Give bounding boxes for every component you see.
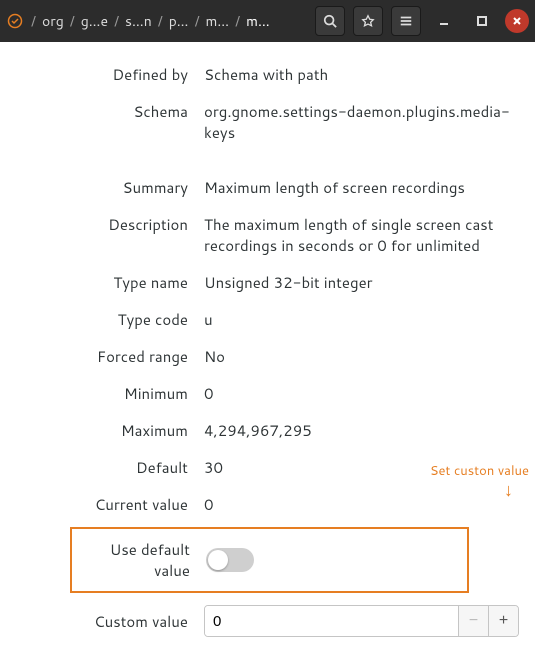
crumb-5[interactable]: m… — [243, 9, 273, 33]
row-summary: Summary Maximum length of screen recordi… — [0, 169, 535, 206]
use-default-switch[interactable] — [206, 548, 254, 572]
value-schema: org.gnome.settings-daemon.plugins.media-… — [204, 101, 519, 143]
value-type-name: Unsigned 32-bit integer — [204, 272, 519, 293]
label-minimum: Minimum — [16, 383, 204, 404]
label-default: Default — [16, 457, 204, 478]
value-minimum: 0 — [204, 383, 519, 404]
value-defined-by: Schema with path — [204, 64, 519, 85]
spin-decrement-button[interactable]: − — [458, 606, 488, 636]
label-summary: Summary — [16, 177, 204, 198]
value-maximum: 4,294,967,295 — [204, 420, 519, 441]
minimize-button[interactable] — [429, 6, 459, 36]
label-custom-value: Custom value — [16, 611, 204, 632]
bookmark-button[interactable] — [353, 6, 383, 36]
row-maximum: Maximum 4,294,967,295 — [0, 412, 535, 449]
value-description: The maximum length of single screen cast… — [204, 214, 519, 256]
crumb-2[interactable]: s…n — [122, 9, 155, 33]
row-defined-by: Defined by Schema with path — [0, 56, 535, 93]
label-maximum: Maximum — [16, 420, 204, 441]
app-icon — [6, 12, 24, 30]
crumb-0[interactable]: org — [39, 9, 67, 33]
menu-button[interactable] — [391, 6, 421, 36]
annotation-arrow-icon: ↓ — [504, 480, 513, 498]
row-description: Description The maximum length of single… — [0, 206, 535, 264]
breadcrumb: /org /g…e /s…n /p… /m… /m… — [28, 9, 273, 33]
row-minimum: Minimum 0 — [0, 375, 535, 412]
row-forced-range: Forced range No — [0, 338, 535, 375]
label-use-default: Use default value — [72, 539, 206, 581]
row-use-default: Use default value — [70, 527, 469, 593]
value-type-code: u — [204, 309, 519, 330]
annotation-text: Set custon value — [430, 462, 529, 480]
label-type-name: Type name — [16, 272, 204, 293]
label-current-value: Current value — [16, 494, 204, 515]
row-custom-value: Custom value − + — [0, 597, 535, 645]
row-type-code: Type code u — [0, 301, 535, 338]
search-button[interactable] — [315, 6, 345, 36]
label-forced-range: Forced range — [16, 346, 204, 367]
value-summary: Maximum length of screen recordings — [204, 177, 519, 198]
row-current-value: Current value 0 — [0, 486, 535, 523]
maximize-button[interactable] — [467, 6, 497, 36]
custom-value-spinner: − + — [204, 605, 519, 637]
value-forced-range: No — [204, 346, 519, 367]
crumb-4[interactable]: m… — [203, 9, 233, 33]
row-schema: Schema org.gnome.settings-daemon.plugins… — [0, 93, 535, 151]
crumb-1[interactable]: g…e — [78, 9, 111, 33]
label-schema: Schema — [16, 101, 204, 143]
label-defined-by: Defined by — [16, 64, 204, 85]
label-type-code: Type code — [16, 309, 204, 330]
row-type-name: Type name Unsigned 32-bit integer — [0, 264, 535, 301]
value-current-value: 0 — [204, 494, 519, 515]
content: Defined by Schema with path Schema org.g… — [0, 42, 535, 645]
spin-increment-button[interactable]: + — [488, 606, 518, 636]
close-button[interactable] — [505, 9, 529, 33]
titlebar: /org /g…e /s…n /p… /m… /m… — [0, 0, 535, 42]
custom-value-input[interactable] — [205, 606, 458, 636]
crumb-3[interactable]: p… — [166, 9, 192, 33]
label-description: Description — [16, 214, 204, 256]
